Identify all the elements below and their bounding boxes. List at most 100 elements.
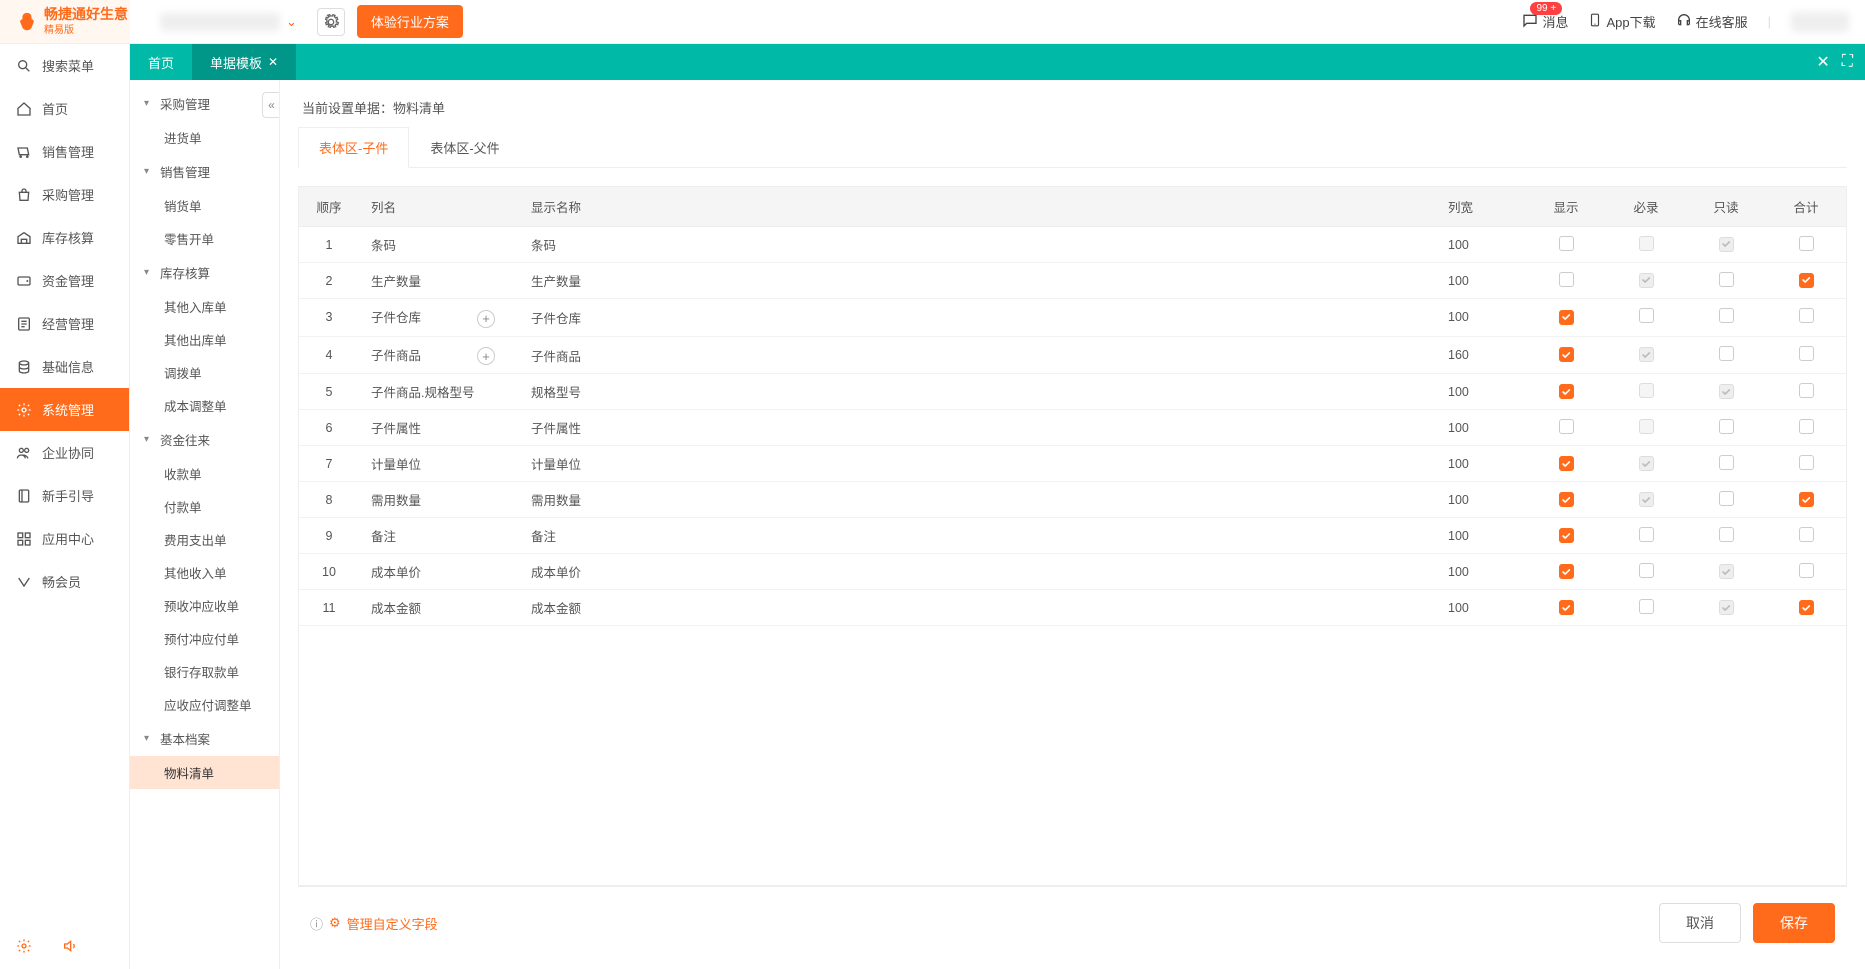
nav-item-home[interactable]: 首页 — [0, 87, 129, 130]
cancel-button[interactable]: 取消 — [1659, 903, 1741, 943]
checkbox[interactable] — [1799, 563, 1814, 578]
checkbox[interactable] — [1719, 455, 1734, 470]
nav-item-gear[interactable]: 系统管理 — [0, 388, 129, 431]
cell-width[interactable]: 100 — [1436, 518, 1526, 554]
checkbox[interactable] — [1559, 272, 1574, 287]
checkbox[interactable] — [1799, 455, 1814, 470]
user-avatar-blurred[interactable] — [1791, 12, 1849, 32]
cell-width[interactable]: 100 — [1436, 590, 1526, 626]
nav-item-report[interactable]: 经营管理 — [0, 302, 129, 345]
tree-item-进货单[interactable]: 进货单 — [130, 121, 279, 154]
tab-单据模板[interactable]: 单据模板✕ — [192, 44, 296, 80]
checkbox[interactable] — [1799, 236, 1814, 251]
cell-width[interactable]: 100 — [1436, 482, 1526, 518]
cell-width[interactable]: 100 — [1436, 374, 1526, 410]
tree-group-销售管理[interactable]: ▾销售管理 — [130, 154, 279, 189]
add-icon[interactable]: + — [477, 310, 495, 328]
cell-width[interactable]: 100 — [1436, 410, 1526, 446]
nav-item-bag[interactable]: 采购管理 — [0, 173, 129, 216]
app-download-link[interactable]: App下载 — [1588, 12, 1655, 31]
cell-display[interactable]: 子件商品 — [519, 336, 1436, 374]
industry-plan-button[interactable]: 体验行业方案 — [357, 5, 463, 38]
footer-sound-icon[interactable] — [62, 938, 78, 957]
tree-item-费用支出单[interactable]: 费用支出单 — [130, 523, 279, 556]
cell-display[interactable]: 子件属性 — [519, 410, 1436, 446]
checkbox[interactable] — [1639, 599, 1654, 614]
checkbox[interactable] — [1799, 346, 1814, 361]
inner-tab-表体区-父件[interactable]: 表体区-父件 — [409, 127, 520, 167]
checkbox[interactable] — [1799, 273, 1814, 288]
tree-item-物料清单[interactable]: 物料清单 — [130, 756, 279, 789]
collapse-tree-icon[interactable]: « — [262, 92, 280, 118]
checkbox[interactable] — [1559, 310, 1574, 325]
checkbox[interactable] — [1799, 600, 1814, 615]
tree-item-应收应付调整单[interactable]: 应收应付调整单 — [130, 688, 279, 721]
cell-width[interactable]: 100 — [1436, 554, 1526, 590]
tree-item-成本调整单[interactable]: 成本调整单 — [130, 389, 279, 422]
tree-group-资金往来[interactable]: ▾资金往来 — [130, 422, 279, 457]
settings-icon-button[interactable] — [317, 8, 345, 36]
checkbox[interactable] — [1719, 419, 1734, 434]
checkbox[interactable] — [1719, 272, 1734, 287]
cell-display[interactable]: 规格型号 — [519, 374, 1436, 410]
checkbox[interactable] — [1559, 419, 1574, 434]
tree-item-预收冲应收单[interactable]: 预收冲应收单 — [130, 589, 279, 622]
cell-display[interactable]: 需用数量 — [519, 482, 1436, 518]
messages-link[interactable]: 消息 99 + — [1522, 12, 1568, 31]
nav-item-search[interactable]: 搜索菜单 — [0, 44, 129, 87]
checkbox[interactable] — [1639, 308, 1654, 323]
checkbox[interactable] — [1559, 236, 1574, 251]
cell-display[interactable]: 生产数量 — [519, 263, 1436, 299]
cell-width[interactable]: 100 — [1436, 299, 1526, 337]
checkbox[interactable] — [1559, 384, 1574, 399]
checkbox[interactable] — [1719, 346, 1734, 361]
cell-display[interactable]: 子件仓库 — [519, 299, 1436, 337]
tree-item-其他收入单[interactable]: 其他收入单 — [130, 556, 279, 589]
checkbox[interactable] — [1799, 527, 1814, 542]
nav-item-warehouse[interactable]: 库存核算 — [0, 216, 129, 259]
tree-group-库存核算[interactable]: ▾库存核算 — [130, 255, 279, 290]
nav-item-team[interactable]: 企业协同 — [0, 431, 129, 474]
nav-item-db[interactable]: 基础信息 — [0, 345, 129, 388]
tree-item-收款单[interactable]: 收款单 — [130, 457, 279, 490]
cell-width[interactable]: 100 — [1436, 263, 1526, 299]
checkbox[interactable] — [1799, 383, 1814, 398]
checkbox[interactable] — [1559, 528, 1574, 543]
checkbox[interactable] — [1559, 456, 1574, 471]
checkbox[interactable] — [1799, 492, 1814, 507]
tree-item-其他入库单[interactable]: 其他入库单 — [130, 290, 279, 323]
checkbox[interactable] — [1559, 347, 1574, 362]
tree-group-基本档案[interactable]: ▾基本档案 — [130, 721, 279, 756]
cell-display[interactable]: 备注 — [519, 518, 1436, 554]
checkbox[interactable] — [1719, 491, 1734, 506]
tab-close-icon[interactable]: ✕ — [268, 55, 278, 69]
cell-width[interactable]: 100 — [1436, 446, 1526, 482]
cell-display[interactable]: 成本单价 — [519, 554, 1436, 590]
tree-item-银行存取款单[interactable]: 银行存取款单 — [130, 655, 279, 688]
company-select[interactable]: ⌄ — [150, 7, 307, 37]
nav-item-guide[interactable]: 新手引导 — [0, 474, 129, 517]
nav-item-apps[interactable]: 应用中心 — [0, 517, 129, 560]
tree-group-采购管理[interactable]: ▾采购管理 — [130, 86, 279, 121]
tree-item-调拨单[interactable]: 调拨单 — [130, 356, 279, 389]
inner-tab-表体区-子件[interactable]: 表体区-子件 — [298, 127, 409, 168]
checkbox[interactable] — [1719, 527, 1734, 542]
tree-item-销货单[interactable]: 销货单 — [130, 189, 279, 222]
cell-display[interactable]: 成本金额 — [519, 590, 1436, 626]
cell-display[interactable]: 条码 — [519, 227, 1436, 263]
checkbox[interactable] — [1799, 308, 1814, 323]
checkbox[interactable] — [1639, 563, 1654, 578]
save-button[interactable]: 保存 — [1753, 903, 1835, 943]
cell-width[interactable]: 160 — [1436, 336, 1526, 374]
checkbox[interactable] — [1719, 308, 1734, 323]
checkbox[interactable] — [1559, 600, 1574, 615]
online-service-link[interactable]: 在线客服 — [1676, 12, 1748, 31]
tab-首页[interactable]: 首页 — [130, 44, 192, 80]
tabs-close-all-icon[interactable]: ✕ — [1816, 52, 1829, 72]
footer-gear-icon[interactable] — [16, 938, 32, 957]
tree-item-预付冲应付单[interactable]: 预付冲应付单 — [130, 622, 279, 655]
add-icon[interactable]: + — [477, 347, 495, 365]
tree-item-其他出库单[interactable]: 其他出库单 — [130, 323, 279, 356]
tree-item-零售开单[interactable]: 零售开单 — [130, 222, 279, 255]
nav-item-vip[interactable]: 畅会员 — [0, 560, 129, 603]
